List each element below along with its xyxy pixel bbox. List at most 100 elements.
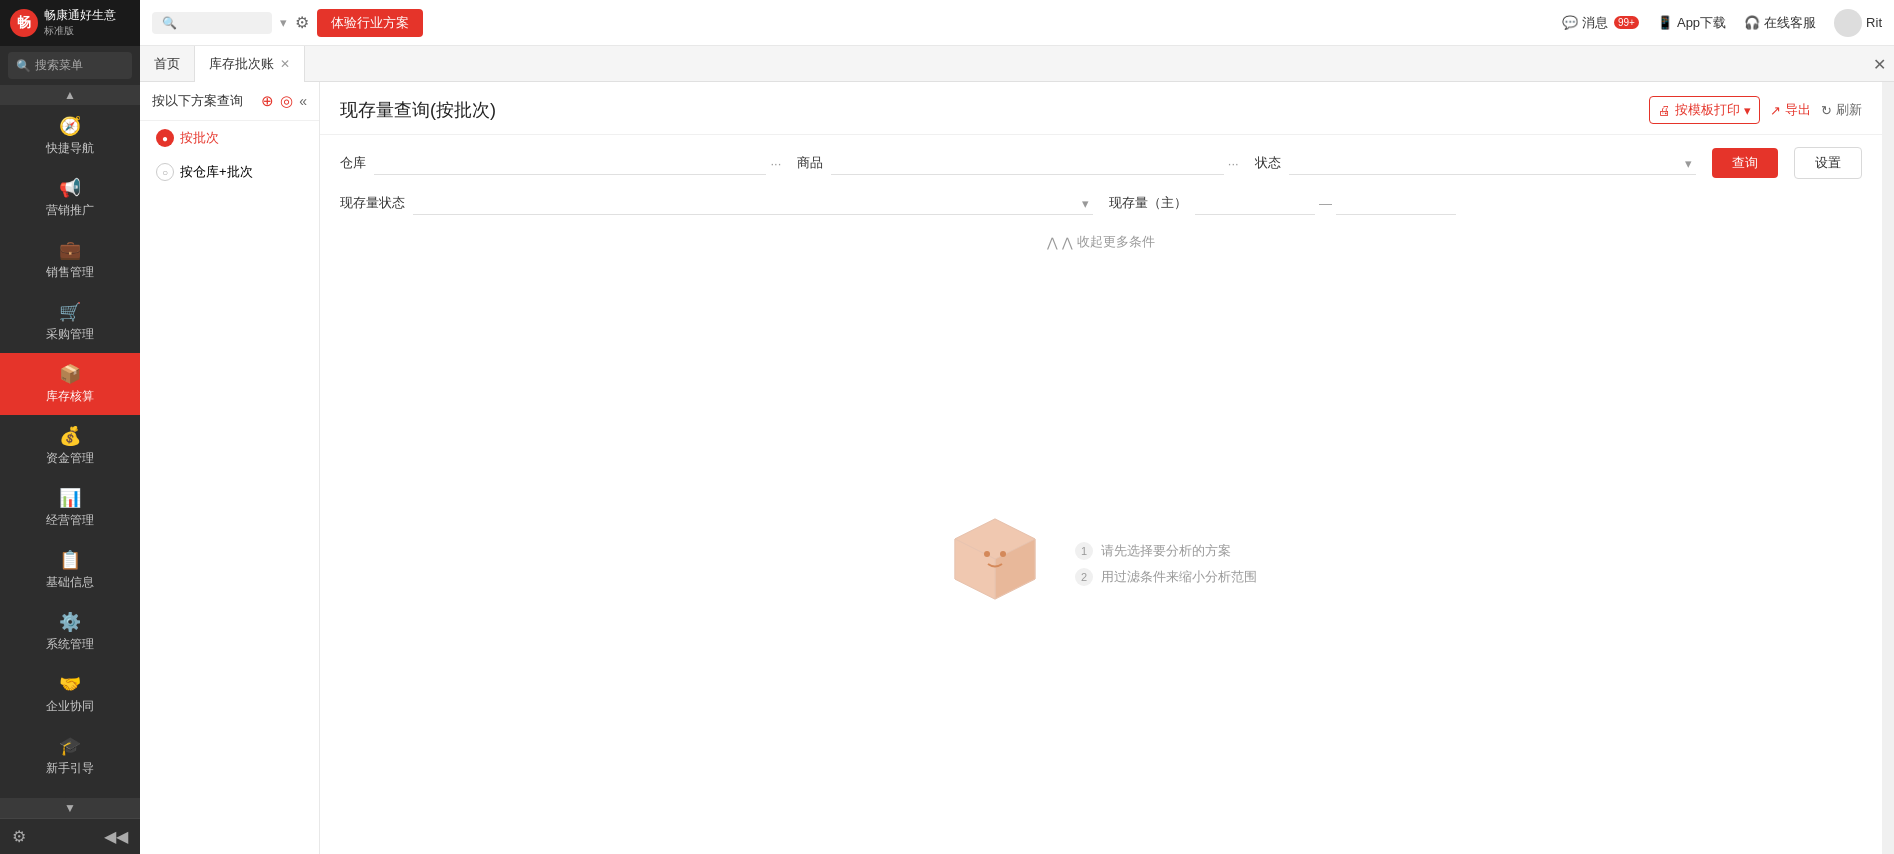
main-panel-header: 现存量查询(按批次) 🖨 按模板打印 ▾ ↗ 导出 ↻ 刷新 [320,82,1882,135]
sidebar-item-system[interactable]: ⚙️ 系统管理 [0,601,140,663]
tab-home[interactable]: 首页 [140,46,195,82]
sidebar-item-sales[interactable]: 💼 销售管理 [0,229,140,291]
print-btn[interactable]: 🖨 按模板打印 ▾ [1649,96,1760,124]
topbar-right: 💬 消息 99+ 📱 App下载 🎧 在线客服 Rit [1562,9,1882,37]
collapse-label: 收起更多条件 [1077,233,1155,251]
right-scrollbar[interactable] [1882,82,1894,854]
warehouse-more-icon[interactable]: ··· [770,156,781,171]
app-logo: 畅 [10,9,38,37]
refresh-btn[interactable]: ↻ 刷新 [1821,101,1862,119]
operation-icon: 📊 [59,487,81,509]
product-more-icon[interactable]: ··· [1228,156,1239,171]
sidebar-bottom: ⚙ ◀◀ [0,818,140,854]
main-area: 🔍 ▾ ⚙ 体验行业方案 💬 消息 99+ 📱 App下载 🎧 在线客服 Rit [140,0,1894,854]
left-panel: 按以下方案查询 ⊕ ◎ « ● 按批次 ○ 按仓库+批次 [140,82,320,854]
plan-item-batch[interactable]: ● 按批次 [140,121,319,155]
filter-row-1: 仓库 ··· 商品 ··· 状态 [340,147,1862,179]
tab-inventory-batch-label: 库存批次账 [209,55,274,73]
topbar-chevron-icon[interactable]: ▾ [280,15,287,30]
product-label: 商品 [797,154,823,172]
sidebar-item-finance[interactable]: 💰 资金管理 [0,415,140,477]
experience-btn[interactable]: 体验行业方案 [317,9,423,37]
tab-inventory-batch[interactable]: 库存批次账 ✕ [195,46,305,82]
empty-state: 1 请先选择要分析的方案 2 用过滤条件来缩小分析范围 [320,273,1882,854]
app-download-action[interactable]: 📱 App下载 [1657,14,1726,32]
collapse-more-btn[interactable]: ⋀ ⋀ 收起更多条件 [340,227,1862,261]
export-btn[interactable]: ↗ 导出 [1770,101,1811,119]
add-plan-icon[interactable]: ⊕ [261,92,274,110]
sidebar-header: 畅 畅康通好生意 标准版 [0,0,140,46]
settings-btn[interactable]: 设置 [1794,147,1862,179]
plan-item-batch-label: 按批次 [180,129,219,147]
collapse-panel-icon[interactable]: « [299,93,307,109]
sidebar-item-quick-nav[interactable]: 🧭 快捷导航 [0,105,140,167]
filter-stock-qty: 现存量（主） — [1109,191,1862,215]
settings-icon[interactable]: ⚙ [12,827,26,846]
plan-item-warehouse-batch-label: 按仓库+批次 [180,163,253,181]
filter-warehouse: 仓库 ··· [340,151,781,175]
tip-text-1: 请先选择要分析的方案 [1101,542,1231,560]
plan-item-warehouse-batch[interactable]: ○ 按仓库+批次 [140,155,319,189]
sidebar-scroll-down[interactable]: ▼ [0,798,140,818]
sidebar-search[interactable]: 🔍 搜索菜单 [8,52,132,79]
export-btn-label: 导出 [1785,101,1811,119]
sales-icon: 💼 [59,239,81,261]
empty-illustration [945,509,1045,619]
left-panel-title: 按以下方案查询 [152,92,243,110]
sidebar-item-guide[interactable]: 🎓 新手引导 [0,725,140,787]
print-btn-label: 按模板打印 [1675,101,1740,119]
quick-nav-icon: 🧭 [59,115,81,137]
marketing-icon: 📢 [59,177,81,199]
warehouse-input[interactable] [374,151,766,175]
sidebar-item-label: 经营管理 [46,512,94,529]
content-area: 按以下方案查询 ⊕ ◎ « ● 按批次 ○ 按仓库+批次 现存量查询(按批次) [140,82,1894,854]
sidebar-item-label: 采购管理 [46,326,94,343]
message-icon: 💬 [1562,15,1578,30]
refresh-icon: ↻ [1821,103,1832,118]
main-panel: 现存量查询(按批次) 🖨 按模板打印 ▾ ↗ 导出 ↻ 刷新 [320,82,1882,854]
app-edition: 标准版 [44,24,116,38]
message-badge: 99+ [1614,16,1639,29]
message-action[interactable]: 💬 消息 99+ [1562,14,1639,32]
sidebar-item-operation[interactable]: 📊 经营管理 [0,477,140,539]
topbar-gear-icon[interactable]: ⚙ [295,13,309,32]
sidebar-item-label: 系统管理 [46,636,94,653]
gear-plan-icon[interactable]: ◎ [280,92,293,110]
stock-status-select-wrap: ▾ [413,191,1093,215]
stock-qty-from-input[interactable] [1195,191,1315,215]
product-input[interactable] [831,151,1223,175]
collapse-sidebar-icon[interactable]: ◀◀ [104,827,128,846]
sidebar-item-label: 资金管理 [46,450,94,467]
sidebar-item-inventory[interactable]: 📦 库存核算 [0,353,140,415]
plan-inactive-icon: ○ [156,163,174,181]
sidebar-scroll-up[interactable]: ▲ [0,85,140,105]
left-panel-header: 按以下方案查询 ⊕ ◎ « [140,82,319,121]
sidebar-item-marketing[interactable]: 📢 营销推广 [0,167,140,229]
tabs-close-btn[interactable]: ✕ [1873,54,1886,73]
print-chevron-icon: ▾ [1744,103,1751,118]
page-title: 现存量查询(按批次) [340,98,496,122]
online-service-action[interactable]: 🎧 在线客服 [1744,14,1816,32]
stock-status-select[interactable] [413,191,1093,215]
sidebar-nav: 🧭 快捷导航 📢 营销推广 💼 销售管理 🛒 采购管理 📦 库存核算 💰 资金管… [0,105,140,798]
tab-close-icon[interactable]: ✕ [280,57,290,71]
sidebar-item-enterprise[interactable]: 🤝 企业协同 [0,663,140,725]
sidebar-item-apps[interactable]: 🔧 应用中心 [0,787,140,798]
warehouse-label: 仓库 [340,154,366,172]
user-action[interactable]: Rit [1834,9,1882,37]
sidebar-item-label: 基础信息 [46,574,94,591]
inventory-icon: 📦 [59,363,81,385]
tip-text-2: 用过滤条件来缩小分析范围 [1101,568,1257,586]
export-icon: ↗ [1770,103,1781,118]
topbar-search-box[interactable]: 🔍 [152,12,272,34]
sidebar-item-basic[interactable]: 📋 基础信息 [0,539,140,601]
sidebar-item-purchase[interactable]: 🛒 采购管理 [0,291,140,353]
search-icon: 🔍 [16,59,31,73]
app-download-label: App下载 [1677,14,1726,32]
filter-stock-status: 现存量状态 ▾ [340,191,1093,215]
status-select[interactable] [1289,151,1696,175]
query-btn[interactable]: 查询 [1712,148,1778,178]
message-label: 消息 [1582,14,1608,32]
stock-qty-to-input[interactable] [1336,191,1456,215]
sidebar-search-label: 搜索菜单 [35,57,83,74]
